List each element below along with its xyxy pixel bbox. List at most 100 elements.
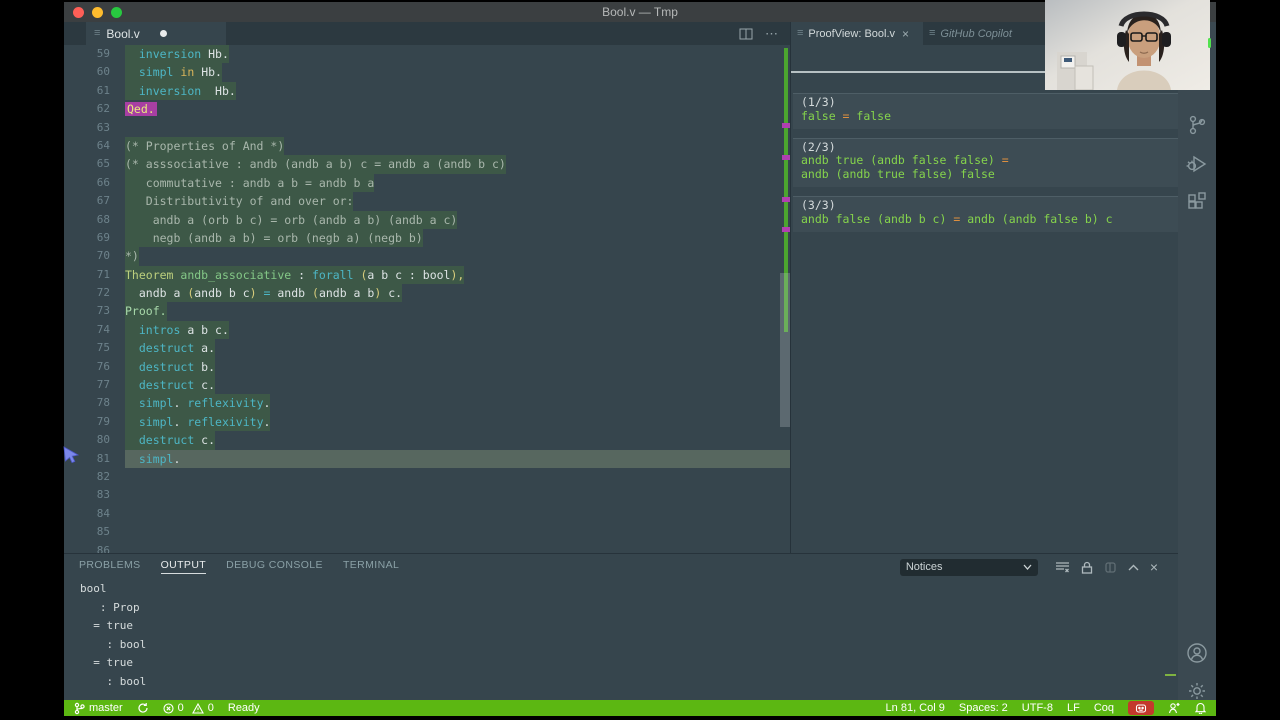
tab-boolv[interactable]: ≡ Bool.v — [86, 22, 226, 45]
clear-output-icon[interactable] — [1055, 561, 1070, 573]
editor-line[interactable]: 82 — [64, 468, 790, 486]
cursor-position[interactable]: Ln 81, Col 9 — [886, 702, 945, 714]
editor-scrollbar[interactable] — [780, 273, 790, 427]
tab-github-copilot[interactable]: ≡ GitHub Copilot — [923, 22, 1031, 45]
editor-line[interactable]: 79 simpl. reflexivity. — [64, 412, 790, 432]
editor-line[interactable]: 65 (* asssociative : andb (andb a b) c = … — [64, 155, 790, 174]
errors-icon — [163, 702, 174, 714]
extension-badge[interactable] — [1128, 701, 1154, 715]
editor-line[interactable]: 73 Proof. — [64, 302, 790, 321]
editor-line[interactable]: 64 (* Properties of And *) — [64, 136, 790, 156]
panel-tab-terminal[interactable]: TERMINAL — [343, 559, 399, 573]
panel-tab-debug-console[interactable]: DEBUG CONSOLE — [226, 559, 323, 573]
close-tab-icon[interactable]: × — [902, 27, 909, 41]
editor-line[interactable]: 59 inversion Hb. — [64, 45, 790, 64]
editor-line[interactable]: 70 *) — [64, 247, 790, 266]
editor-line[interactable]: 67 Distributivity of and over or: — [64, 192, 790, 211]
tab-proofview[interactable]: ≡ ProofView: Bool.v × — [791, 22, 923, 45]
goal-line: andb true (andb false false) = — [801, 153, 1009, 168]
run-debug-icon[interactable] — [1185, 152, 1209, 176]
indentation[interactable]: Spaces: 2 — [959, 702, 1008, 714]
line-number[interactable]: 59 — [64, 45, 125, 63]
editor-line[interactable]: 68 andb a (orb b c) = orb (andb a b) (an… — [64, 210, 790, 229]
editor-line[interactable]: 77 destruct c. — [64, 376, 790, 395]
editor-line[interactable]: 84 — [64, 505, 790, 523]
editor-line[interactable]: 80 destruct c. — [64, 431, 790, 450]
line-number[interactable]: 85 — [64, 523, 125, 541]
line-number[interactable]: 60 — [64, 63, 125, 81]
line-number[interactable]: 72 — [64, 284, 125, 302]
panel-tab-output[interactable]: OUTPUT — [160, 559, 207, 574]
encoding[interactable]: UTF-8 — [1022, 702, 1053, 714]
line-number[interactable]: 86 — [64, 542, 125, 553]
ready-status[interactable]: Ready — [228, 702, 260, 714]
editor-line[interactable]: 62 Qed. — [64, 100, 790, 118]
line-number[interactable]: 74 — [64, 321, 125, 339]
source-control-icon[interactable] — [1185, 113, 1209, 137]
pin-panel-icon[interactable] — [1104, 561, 1117, 574]
line-number[interactable]: 69 — [64, 229, 125, 247]
line-number[interactable]: 78 — [64, 394, 125, 412]
editor-line[interactable]: 69 negb (andb a b) = orb (negb a) (negb … — [64, 228, 790, 248]
line-number[interactable]: 61 — [64, 82, 125, 100]
editor-line[interactable]: 83 — [64, 486, 790, 504]
line-number[interactable]: 79 — [64, 413, 125, 431]
line-number[interactable]: 73 — [64, 302, 125, 320]
line-number[interactable]: 66 — [64, 174, 125, 192]
editor-line[interactable]: 75 destruct a. — [64, 339, 790, 358]
editor-line[interactable]: 60 simpl in Hb. — [64, 63, 790, 82]
panel-tab-problems[interactable]: PROBLEMS — [79, 559, 141, 573]
line-number[interactable]: 63 — [64, 119, 125, 137]
editor-line[interactable]: 63 — [64, 119, 790, 137]
line-number[interactable]: 75 — [64, 339, 125, 357]
editor-line[interactable]: 61 inversion Hb. — [64, 81, 790, 101]
editor-line[interactable]: 72 andb a (andb b c) = andb (andb a b) c… — [64, 284, 790, 303]
lock-scroll-icon[interactable] — [1081, 561, 1093, 574]
proof-goal: (3/3) andb false (andb b c) = andb (andb … — [793, 195, 1178, 232]
maximize-panel-icon[interactable] — [1128, 564, 1139, 571]
goal-index: (2/3) — [801, 139, 836, 154]
editor-line[interactable]: 85 — [64, 523, 790, 541]
problems-item[interactable]: 0 0 — [163, 702, 214, 714]
sync-icon[interactable] — [137, 702, 149, 714]
overview-ruler-mark — [782, 227, 790, 232]
line-number[interactable]: 71 — [64, 266, 125, 284]
extensions-icon[interactable] — [1185, 190, 1209, 214]
code-text: destruct c. — [125, 431, 216, 450]
line-number[interactable]: 67 — [64, 192, 125, 210]
line-number[interactable]: 68 — [64, 211, 125, 229]
editor-line[interactable]: 71 Theorem andb_associative : forall (a b… — [64, 265, 790, 285]
line-number[interactable]: 70 — [64, 247, 125, 265]
line-number[interactable]: 83 — [64, 486, 125, 504]
editor-line[interactable]: 74 intros a b c. — [64, 320, 790, 340]
editor-line[interactable]: 81 simpl. — [64, 449, 790, 468]
more-actions-icon[interactable]: ⋯ — [765, 26, 778, 42]
git-branch-item[interactable]: master — [74, 702, 123, 715]
tab-label: Bool.v — [106, 26, 140, 41]
webcam-overlay — [1045, 0, 1210, 90]
line-number[interactable]: 65 — [64, 155, 125, 173]
output-channel-select[interactable]: Notices — [899, 558, 1038, 576]
line-number[interactable]: 64 — [64, 137, 125, 155]
goal-line: andb (andb true false) false — [801, 167, 995, 182]
line-number[interactable]: 76 — [64, 358, 125, 376]
split-editor-icon[interactable] — [739, 28, 753, 40]
notifications-bell-icon[interactable] — [1195, 702, 1206, 714]
editor-line[interactable]: 78 simpl. reflexivity. — [64, 394, 790, 413]
proofview-panel: (1/3) false = false (2/3) andb true (andb f… — [790, 45, 1178, 553]
close-panel-icon[interactable]: × — [1150, 560, 1158, 574]
editor-line[interactable]: 66 commutative : andb a b = andb b a — [64, 173, 790, 193]
account-icon[interactable] — [1185, 641, 1209, 665]
line-number[interactable]: 77 — [64, 376, 125, 394]
eol-sequence[interactable]: LF — [1067, 702, 1080, 714]
editor-line[interactable]: 86 — [64, 542, 790, 553]
line-number[interactable]: 84 — [64, 505, 125, 523]
feedback-icon[interactable] — [1168, 702, 1181, 714]
language-mode[interactable]: Coq — [1094, 702, 1114, 714]
editor-line[interactable]: 76 destruct b. — [64, 357, 790, 377]
line-number[interactable]: 82 — [64, 468, 125, 486]
line-number[interactable]: 62 — [64, 100, 125, 118]
modified-dot-icon[interactable] — [159, 30, 167, 37]
goals-list: (1/3) false = false (2/3) andb true (andb f… — [793, 93, 1178, 241]
code-editor[interactable]: 59 inversion Hb. 60 simpl in Hb. 61 invers… — [64, 45, 790, 553]
